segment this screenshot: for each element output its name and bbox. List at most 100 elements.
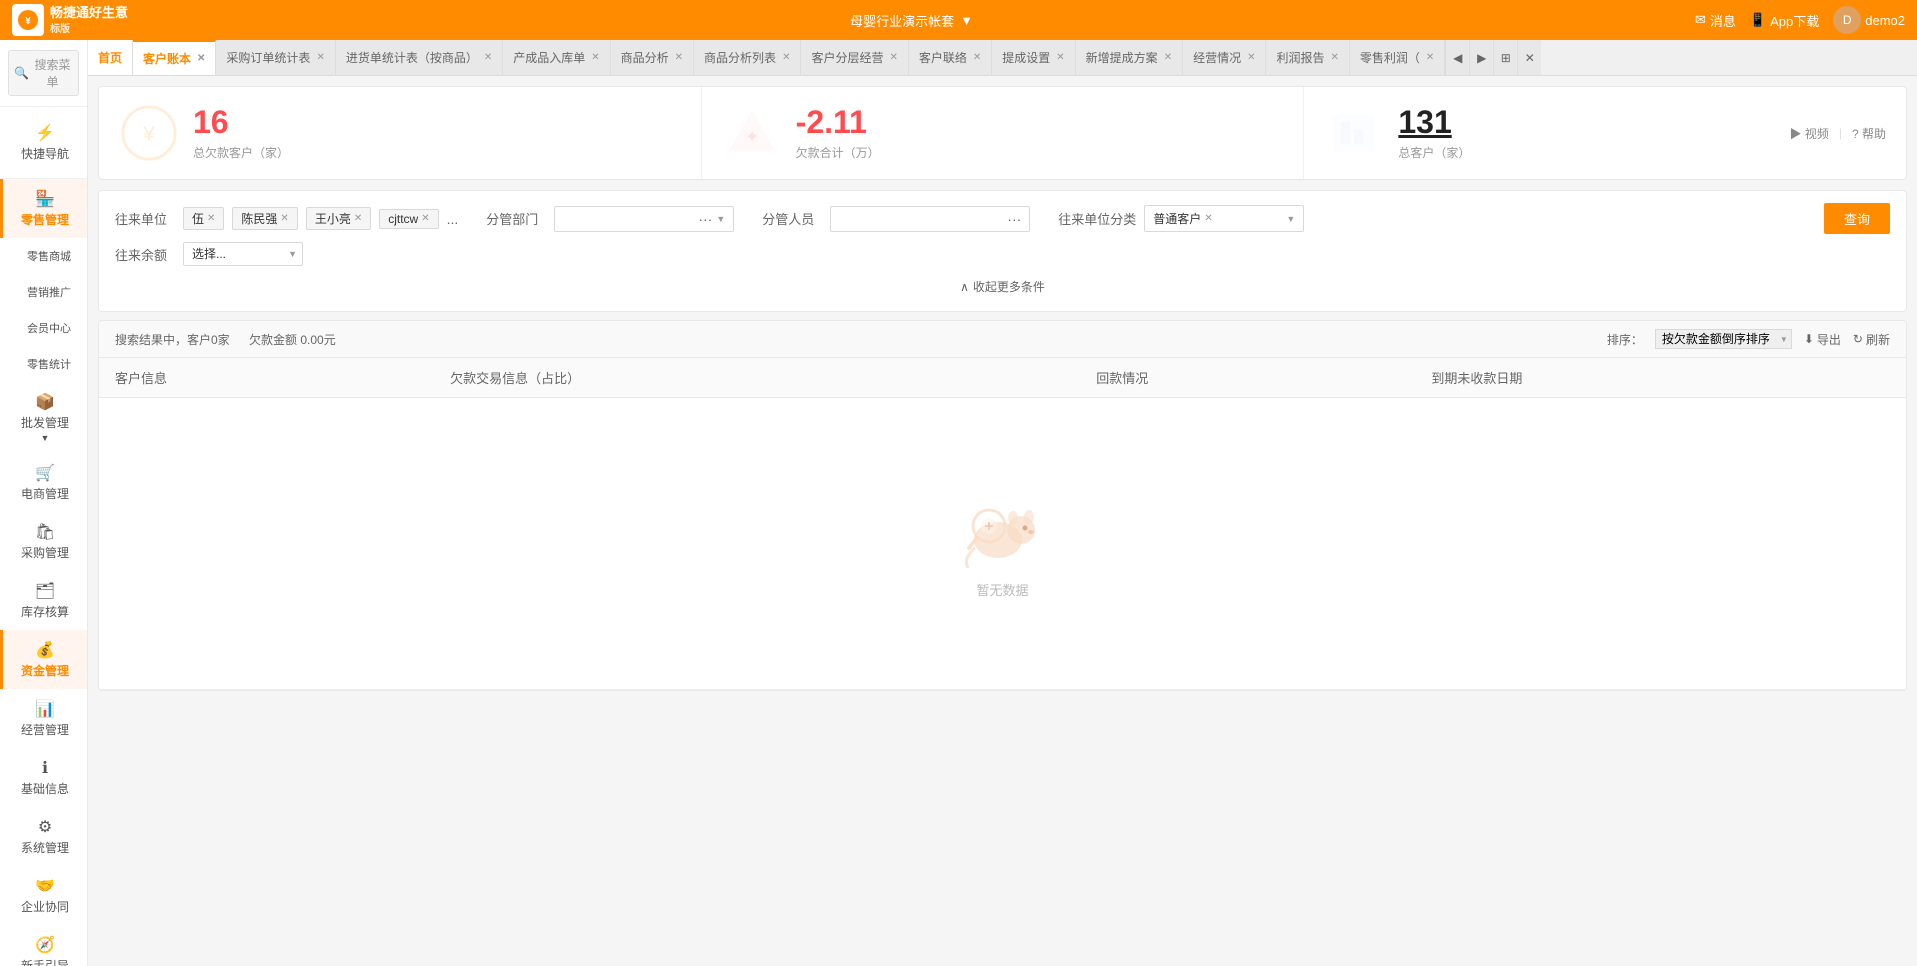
sidebar-item-finance[interactable]: 💰 资金管理 [0,630,87,689]
tab-close-all-btn[interactable]: ✕ [1517,40,1541,76]
tab-close-icon[interactable]: ✕ [782,52,790,63]
tab-customer-layered[interactable]: 客户分层经营 ✕ [801,40,908,76]
tab-commission-setting[interactable]: 提成设置 ✕ [992,40,1075,76]
filter-tag-chen[interactable]: 陈民强 ✕ [232,207,297,230]
normal-customer-close[interactable]: ✕ [1204,213,1212,224]
tab-incoming-stats[interactable]: 进货单统计表（按商品） ✕ [336,40,503,76]
tab-close-icon[interactable]: ✕ [973,52,981,63]
sidebar-item-retail[interactable]: 🏪 零售管理 [0,179,87,238]
unit-type-dropdown-icon[interactable]: ▼ [1286,214,1295,224]
tab-close-icon[interactable]: ✕ [1164,52,1172,63]
tab-close-icon[interactable]: ✕ [1426,52,1434,63]
tag-wu-close[interactable]: ✕ [207,213,215,224]
tab-product-analysis-list[interactable]: 商品分析列表 ✕ [694,40,801,76]
wholesale-arrow-icon: ▼ [41,433,50,443]
person-dots-icon[interactable]: ··· [1007,211,1021,227]
dept-dropdown-icon[interactable]: ▼ [716,214,725,224]
tab-close-icon[interactable]: ✕ [197,53,205,64]
refresh-btn[interactable]: ↻ 刷新 [1853,331,1890,348]
tab-customer-ledger[interactable]: 客户账本 ✕ [133,40,216,76]
unit-type-input[interactable]: 普通客户 ✕ ▼ [1144,205,1304,232]
tab-prev-btn[interactable]: ◀ [1445,40,1469,76]
dept-input[interactable]: ··· ▼ [554,206,734,232]
tab-retail-profit[interactable]: 零售利润（ ✕ [1350,40,1445,76]
filter-more-tags[interactable]: ... [447,211,459,227]
dept-dots-icon[interactable]: ··· [698,211,712,227]
balance-select[interactable]: 选择... [183,242,303,266]
customers-label: 总欠款客户（家） [193,144,681,161]
workspace-dropdown-icon[interactable]: ▼ [960,13,973,28]
sidebar-item-guide[interactable]: 🧭 新手引导 [0,925,87,966]
sidebar-item-ecommerce[interactable]: 🛒 电商管理 [0,453,87,512]
export-btn[interactable]: ⬇ 导出 [1804,331,1841,348]
empty-state-cell: 暂无数据 [99,398,1906,690]
collapse-filter-btn[interactable]: ∧ 收起更多条件 [948,274,1057,299]
filter-tag-normal-customer[interactable]: 普通客户 ✕ [1153,210,1212,227]
query-button[interactable]: 查询 [1824,203,1890,234]
sidebar-item-operations[interactable]: 📊 经营管理 [0,689,87,748]
sidebar-item-purchase[interactable]: 🛍 采购管理 [0,512,87,571]
sidebar-item-wholesale[interactable]: 📦 批发管理 ▼ [0,382,87,453]
app-download-btn[interactable]: 📱 App下载 [1750,11,1819,30]
search-menu-btn[interactable]: 🔍 搜索菜单 [8,50,79,96]
tab-home[interactable]: 首页 [88,40,133,76]
tab-home-label: 首页 [98,49,122,66]
tab-business[interactable]: 经营情况 ✕ [1183,40,1266,76]
sidebar-item-inventory[interactable]: 🗂 库存核算 [0,571,87,630]
filter-tag-wu[interactable]: 伍 ✕ [183,207,224,230]
tab-new-commission[interactable]: 新增提成方案 ✕ [1076,40,1183,76]
sys-icon: ⚙ [38,817,52,837]
sidebar-item-sys-mgmt[interactable]: ⚙ 系统管理 [0,807,87,866]
messages-btn[interactable]: ✉ 消息 [1695,11,1736,30]
sort-select-wrap[interactable]: 按欠款金额倒序排序 [1655,329,1792,349]
tab-close-icon[interactable]: ✕ [316,52,324,63]
user-avatar: D [1833,6,1861,34]
tab-close-icon[interactable]: ✕ [1056,52,1064,63]
sidebar-item-quick-nav[interactable]: ⚡ 快捷导航 [0,113,87,172]
tab-close-icon[interactable]: ✕ [484,52,492,63]
message-icon: ✉ [1695,12,1706,28]
sidebar-item-enterprise[interactable]: 🤝 企业协同 [0,866,87,925]
help-btn[interactable]: ? 帮助 [1852,125,1886,142]
tab-expand-btn[interactable]: ⊞ [1493,40,1517,76]
tab-bar: 首页 客户账本 ✕ 采购订单统计表 ✕ 进货单统计表（按商品） ✕ 产成品入库单… [88,40,1917,76]
tab-new-commission-label: 新增提成方案 [1086,49,1158,66]
user-menu[interactable]: D demo2 [1833,6,1905,34]
tab-close-icon[interactable]: ✕ [675,52,683,63]
tag-chen-close[interactable]: ✕ [280,213,288,224]
result-bar: 搜索结果中，客户0家 欠款金额 0.00元 排序： 按欠款金额倒序排序 ⬇ 导出… [99,321,1906,358]
tag-cjttcw-close[interactable]: ✕ [421,213,429,224]
sidebar-item-retail-mall[interactable]: 零售商城 [0,238,87,274]
tab-close-icon[interactable]: ✕ [1247,52,1255,63]
sidebar-item-retail-stats[interactable]: 零售统计 [0,346,87,382]
tab-customer-contact[interactable]: 客户联络 ✕ [909,40,992,76]
help-label: 帮助 [1862,127,1886,141]
workspace-selector[interactable]: 母婴行业演示帐套 ▼ [850,11,973,30]
basic-info-label: 基础信息 [21,780,69,797]
video-btn[interactable]: ▶ 视频 [1789,125,1828,142]
person-input[interactable]: ··· [830,206,1030,232]
sort-select[interactable]: 按欠款金额倒序排序 [1655,329,1792,349]
video-label: 视频 [1805,127,1829,141]
sidebar-item-member[interactable]: 会员中心 [0,310,87,346]
tag-wang-close[interactable]: ✕ [354,213,362,224]
filter-tag-cjttcw[interactable]: cjttcw ✕ [379,209,438,229]
customers-text: 16 总欠款客户（家） [193,105,681,161]
tab-profit-report[interactable]: 利润报告 ✕ [1266,40,1349,76]
tab-close-icon[interactable]: ✕ [1331,52,1339,63]
customers-count: 16 [193,105,681,140]
balance-select-wrap[interactable]: 选择... [183,242,303,266]
filter-tag-wang[interactable]: 王小亮 ✕ [306,207,371,230]
sidebar-item-marketing[interactable]: 营销推广 [0,274,87,310]
tab-purchase-stats[interactable]: 采购订单统计表 ✕ [216,40,335,76]
tab-product-analysis[interactable]: 商品分析 ✕ [611,40,694,76]
total-customers-label: 总客户（家） [1398,144,1775,161]
person-filter-label: 分管人员 [762,209,822,228]
tab-close-icon[interactable]: ✕ [591,52,599,63]
tab-next-btn[interactable]: ▶ [1469,40,1493,76]
tab-product-inbound[interactable]: 产成品入库单 ✕ [503,40,610,76]
refresh-label: 刷新 [1866,331,1890,348]
search-icon: 🔍 [14,66,29,80]
sidebar-item-basic-info[interactable]: ℹ 基础信息 [0,748,87,807]
tab-close-icon[interactable]: ✕ [889,52,897,63]
